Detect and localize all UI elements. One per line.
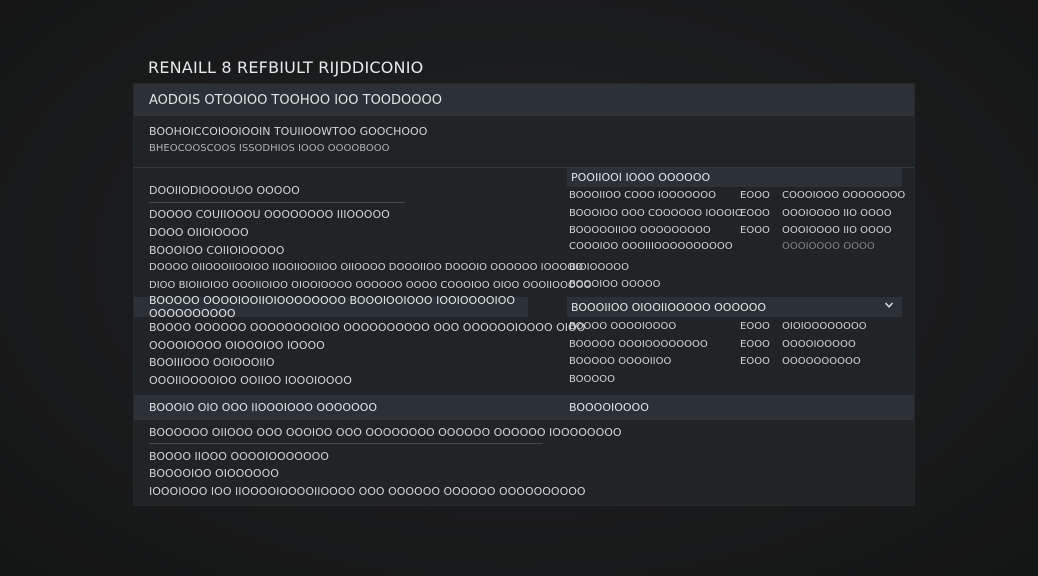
- subsection-bar-label: BOOOOO OOOOIOOIIOIOOOOOOOO BOOOIOOIOOO I…: [149, 294, 516, 320]
- table-cell-value: OOOOIOOOOO: [782, 339, 856, 350]
- bottom-bar-right-label: BOOOOIOOOO: [569, 401, 649, 414]
- table-cell-name: BOOOOO: [569, 374, 616, 385]
- main-panel: AODOIS OTOOIOO TOOHOO IOO TOODOOOO BOOHO…: [134, 84, 914, 505]
- divider: [149, 443, 543, 444]
- subsection-bar[interactable]: BOOOOO OOOOIOOIIOIOOOOOOOO BOOOIOOIOOO I…: [134, 294, 528, 320]
- list-item[interactable]: DOOOO COUIIOOOU OOOOOOOO IIIOOOOO: [149, 208, 390, 221]
- table-cell-name: BIOIOOOOO: [569, 262, 629, 273]
- chevron-down-icon[interactable]: [884, 300, 894, 313]
- table-cell-name: BOOOIOO OOO COOOOOO IOOOIO: [569, 208, 743, 219]
- table-cell-name: BOOOOOIIOO OOOOOOOOO: [569, 225, 711, 236]
- table-cell-code: EOOO: [740, 208, 770, 219]
- divider: [149, 202, 405, 203]
- list-item[interactable]: BOOOOIOO OIOOOOOO: [149, 467, 279, 480]
- table-cell-code: EOOO: [740, 321, 770, 332]
- list-item[interactable]: OOOOIOOOO OIOOOIOO IOOOO: [149, 339, 325, 352]
- table-cell-value: OOOIOOOO IIO OOOO: [782, 208, 892, 219]
- table-cell-value: OOOIOOOO IIO OOOO: [782, 225, 892, 236]
- table-header: POOIIOOI IOOO OOOOOO: [567, 168, 902, 187]
- table-cell-name: BOOOOO OOOOIIOO: [569, 356, 672, 367]
- table-cell-name: BOOOOO OOOIOOOOOOOO: [569, 339, 708, 350]
- intro-line-1: BOOHOICCOIOOIOOIN TOUIIOOWTOO GOOCHOOO: [149, 125, 428, 138]
- page-title: RENAILL 8 REFBIULT RIJDDICONIO: [148, 58, 424, 77]
- list-item[interactable]: DOOOO OIIOOOIIOOIOO IIOOIIOOIIOO OIIOOOO…: [149, 262, 583, 273]
- list-item[interactable]: BOOOO IIOOO OOOOIOOOOOOO: [149, 450, 329, 463]
- table-cell-code: EOOO: [740, 190, 770, 201]
- table-cell-code: EOOO: [740, 225, 770, 236]
- table-cell-code: EOOO: [740, 356, 770, 367]
- section-heading: BOOOOOO OIIOOO OOO OOOIOO OOO OOOOOOOO O…: [149, 426, 622, 439]
- list-item[interactable]: BOOOIOO COIIOIOOOOO: [149, 244, 284, 257]
- list-item[interactable]: BOOOO OOOOOO OOOOOOOOIOO OOOOOOOOOO OOO …: [149, 321, 585, 334]
- list-item[interactable]: BOOIIIOOO OOIOOOIIO: [149, 356, 275, 369]
- panel-header-label: AODOIS OTOOIOO TOOHOO IOO TOODOOOO: [149, 92, 442, 108]
- table-header-label: POOIIOOI IOOO OOOOOO: [571, 171, 711, 184]
- filter-dropdown[interactable]: BOOOIIOO OIOOIIOOOOO OOOOOO: [567, 297, 902, 317]
- intro-line-2: BHEOCOOSCOOS ISSODHIOS IOOO OOOOBOOO: [149, 143, 390, 154]
- table-cell-code: EOOO: [740, 339, 770, 350]
- list-item[interactable]: IOOOIOOO IOO IIOOOOIOOOOIIOOOO OOO OOOOO…: [149, 485, 586, 498]
- table-cell-name: BOOOIOO OOOOO: [569, 279, 661, 290]
- table-cell-value: OIOIOOOOOOOO: [782, 321, 867, 332]
- panel-header: AODOIS OTOOIOO TOOHOO IOO TOODOOOO: [134, 84, 914, 116]
- section-heading: DOOIIODIOOOUOO OOOOO: [149, 184, 300, 197]
- table-cell-name: BOOOIIOO COOO IOOOOOOO: [569, 190, 716, 201]
- list-item[interactable]: DOOO OIIOIOOOO: [149, 226, 249, 239]
- list-item[interactable]: OOOIIOOOOIOO OOIIOO IOOOIOOOO: [149, 374, 352, 387]
- table-cell-name: COOOIOO OOOIIIOOOOOOOOOO: [569, 241, 733, 252]
- table-cell-value: OOOOOOOOOO: [782, 356, 861, 367]
- table-cell-name: BOOOO OOOOIOOOO: [569, 321, 677, 332]
- bottom-bar-left-label: BOOOIO OIO OOO IIOOOIOOO OOOOOOO: [149, 401, 378, 414]
- list-item[interactable]: DIOO BIOIIOIOO OOOIIOIOO OIOOIOOOO OOOOO…: [149, 280, 591, 291]
- filter-dropdown-label: BOOOIIOO OIOOIIOOOOO OOOOOO: [571, 300, 767, 314]
- bottom-bar: BOOOIO OIO OOO IIOOOIOOO OOOOOOO BOOOOIO…: [134, 395, 914, 420]
- table-cell-value: COOOIOOO OOOOOOOO: [782, 190, 906, 201]
- table-cell-value: OOOIOOOO OOOO: [782, 241, 875, 252]
